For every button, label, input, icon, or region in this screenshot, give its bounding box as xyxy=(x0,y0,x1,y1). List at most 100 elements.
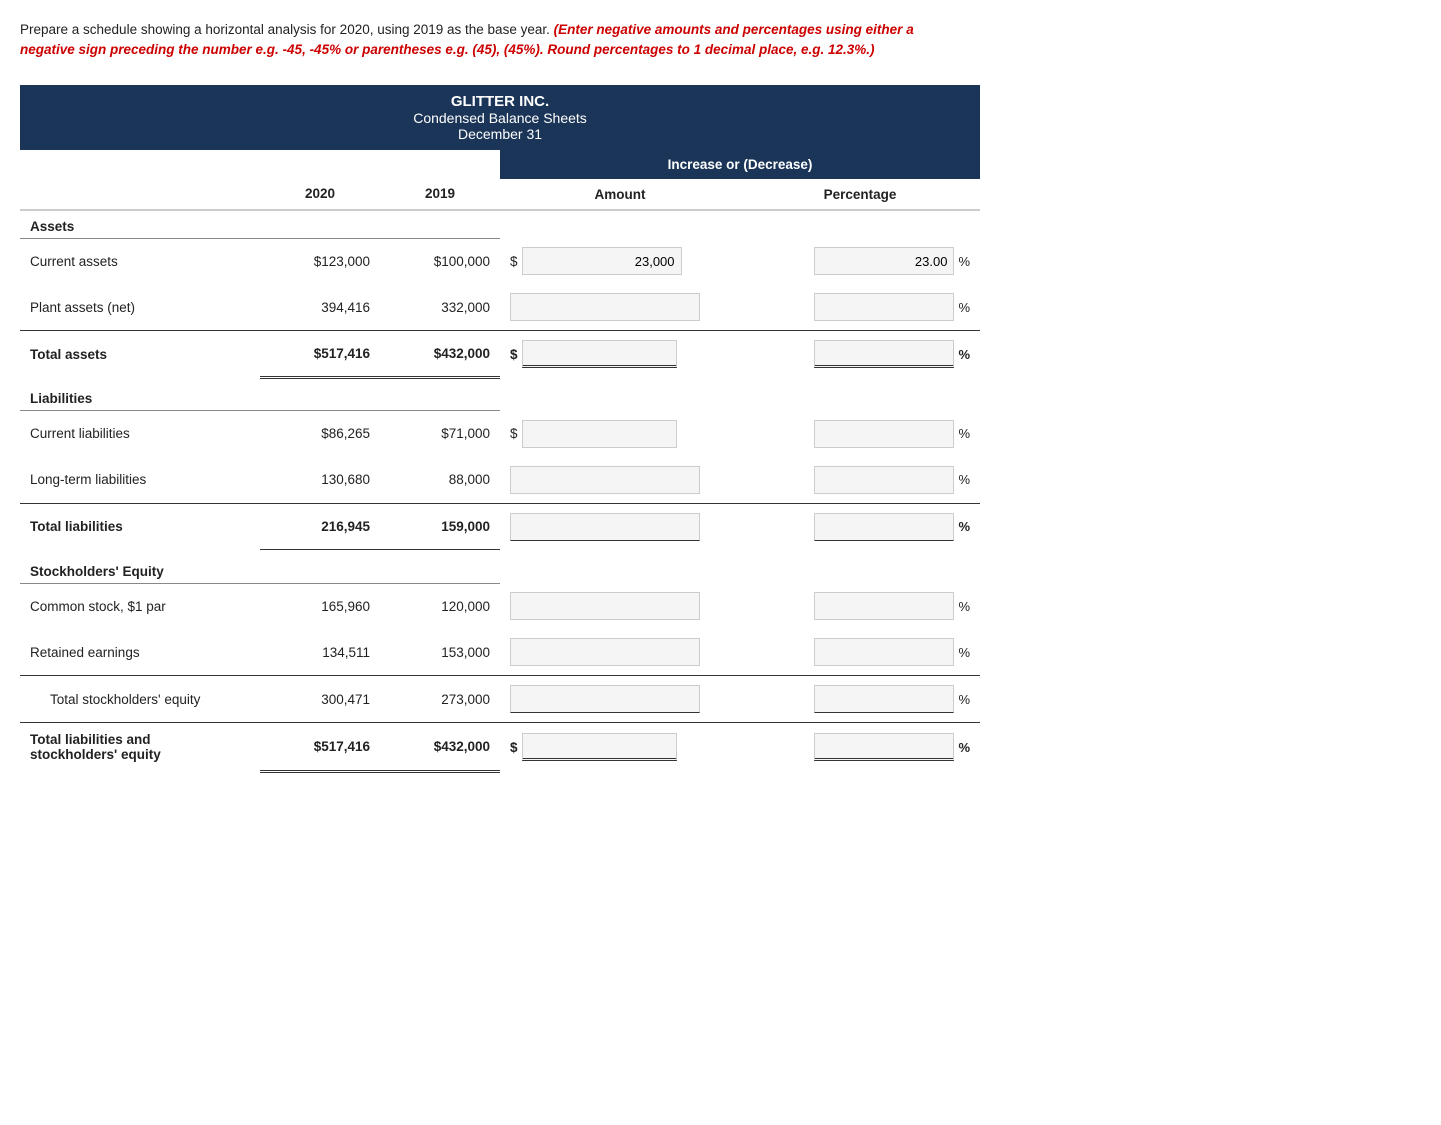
longterm-liabilities-2020: 130,680 xyxy=(260,457,380,504)
row-total-liabilities: Total liabilities 216,945 159,000 % xyxy=(20,503,980,550)
col-amount-header: Amount xyxy=(500,179,740,210)
total-liabilities-pct-cell: % xyxy=(740,503,980,550)
col-pct-header: Percentage xyxy=(740,179,980,210)
current-liabilities-pct-cell: % xyxy=(740,411,980,457)
current-liabilities-amount-wrapper: $ xyxy=(510,420,730,448)
retained-earnings-amount-input[interactable] xyxy=(510,638,700,666)
common-stock-pct-sign: % xyxy=(958,599,970,614)
total-liabilities-label: Total liabilities xyxy=(20,503,260,550)
current-assets-pct-sign: % xyxy=(958,254,970,269)
retained-earnings-label: Retained earnings xyxy=(20,629,260,676)
table-wrapper: GLITTER INC. Condensed Balance Sheets De… xyxy=(20,85,980,773)
current-liabilities-2020: $86,265 xyxy=(260,411,380,457)
common-stock-pct-cell: % xyxy=(740,583,980,629)
plant-assets-pct-cell: % xyxy=(740,284,980,331)
plant-assets-amount-cell xyxy=(500,284,740,331)
common-stock-amount-input[interactable] xyxy=(510,592,700,620)
current-assets-amount-cell: $ xyxy=(500,238,740,284)
column-headers-row: 2020 2019 Amount Percentage xyxy=(20,179,980,210)
total-assets-amount-cell: $ xyxy=(500,331,740,378)
row-common-stock: Common stock, $1 par 165,960 120,000 % xyxy=(20,583,980,629)
col-2019-header: 2019 xyxy=(380,179,500,210)
longterm-liabilities-label: Long-term liabilities xyxy=(20,457,260,504)
current-assets-pct-cell: % xyxy=(740,238,980,284)
inc-dec-header-row: Increase or (Decrease) xyxy=(20,150,980,180)
current-assets-amount-wrapper: $ xyxy=(510,247,730,275)
total-liab-equity-dollar: $ xyxy=(510,740,518,755)
assets-label: Assets xyxy=(20,210,260,239)
total-liab-equity-amount-input[interactable] xyxy=(522,733,677,761)
plant-assets-label: Plant assets (net) xyxy=(20,284,260,331)
total-equity-2019: 273,000 xyxy=(380,676,500,723)
total-assets-pct-sign: % xyxy=(958,347,970,362)
total-liabilities-pct-input[interactable] xyxy=(814,513,954,541)
total-liab-equity-pct-wrapper: % xyxy=(750,733,970,761)
current-liabilities-amount-input[interactable] xyxy=(522,420,677,448)
total-equity-amount-input[interactable] xyxy=(510,685,700,713)
total-liabilities-2019: 159,000 xyxy=(380,503,500,550)
liabilities-label: Liabilities xyxy=(20,377,260,411)
total-liab-equity-amount-wrapper: $ xyxy=(510,733,730,761)
current-assets-dollar: $ xyxy=(510,254,518,269)
total-assets-amount-wrapper: $ xyxy=(510,340,730,368)
current-liabilities-dollar: $ xyxy=(510,426,518,441)
retained-earnings-pct-input[interactable] xyxy=(814,638,954,666)
instruction-text1: Prepare a schedule showing a horizontal … xyxy=(20,22,550,37)
total-liab-equity-pct-sign: % xyxy=(958,740,970,755)
longterm-liabilities-pct-input[interactable] xyxy=(814,466,954,494)
total-equity-pct-input[interactable] xyxy=(814,685,954,713)
company-name: GLITTER INC. xyxy=(30,93,970,110)
total-equity-pct-sign: % xyxy=(958,692,970,707)
current-assets-pct-input[interactable] xyxy=(814,247,954,275)
total-assets-pct-cell: % xyxy=(740,331,980,378)
row-plant-assets: Plant assets (net) 394,416 332,000 % xyxy=(20,284,980,331)
total-liab-equity-pct-cell: % xyxy=(740,723,980,772)
current-liabilities-label: Current liabilities xyxy=(20,411,260,457)
company-header-row: GLITTER INC. Condensed Balance Sheets De… xyxy=(20,85,980,150)
plant-assets-pct-input[interactable] xyxy=(814,293,954,321)
total-assets-label: Total assets xyxy=(20,331,260,378)
total-assets-pct-wrapper: % xyxy=(750,340,970,368)
total-liab-equity-label: Total liabilities andstockholders' equit… xyxy=(20,723,260,772)
plant-assets-amount-input[interactable] xyxy=(510,293,700,321)
total-assets-amount-input[interactable] xyxy=(522,340,677,368)
total-assets-2019: $432,000 xyxy=(380,331,500,378)
subtitle2: December 31 xyxy=(30,126,970,142)
total-assets-pct-input[interactable] xyxy=(814,340,954,368)
current-assets-amount-input[interactable] xyxy=(522,247,682,275)
current-liabilities-pct-input[interactable] xyxy=(814,420,954,448)
total-liab-equity-pct-input[interactable] xyxy=(814,733,954,761)
common-stock-pct-wrapper: % xyxy=(750,592,970,620)
current-assets-pct-wrapper: % xyxy=(750,247,970,275)
total-liab-equity-amount-cell: $ xyxy=(500,723,740,772)
retained-earnings-pct-wrapper: % xyxy=(750,638,970,666)
total-liabilities-amount-cell xyxy=(500,503,740,550)
total-liabilities-amount-input[interactable] xyxy=(510,513,700,541)
company-header-cell: GLITTER INC. Condensed Balance Sheets De… xyxy=(20,85,980,150)
total-equity-label: Total stockholders' equity xyxy=(20,676,260,723)
total-assets-dollar: $ xyxy=(510,347,518,362)
current-liabilities-pct-wrapper: % xyxy=(750,420,970,448)
current-liabilities-2019: $71,000 xyxy=(380,411,500,457)
row-current-assets: Current assets $123,000 $100,000 $ % xyxy=(20,238,980,284)
longterm-liabilities-amount-cell xyxy=(500,457,740,504)
retained-earnings-2019: 153,000 xyxy=(380,629,500,676)
subtitle1: Condensed Balance Sheets xyxy=(30,110,970,126)
total-equity-amount-cell xyxy=(500,676,740,723)
section-liabilities: Liabilities xyxy=(20,377,980,411)
total-liabilities-pct-sign: % xyxy=(958,519,970,534)
equity-label: Stockholders' Equity xyxy=(20,550,260,584)
longterm-liabilities-amount-input[interactable] xyxy=(510,466,700,494)
common-stock-2019: 120,000 xyxy=(380,583,500,629)
row-current-liabilities: Current liabilities $86,265 $71,000 $ % xyxy=(20,411,980,457)
col-2020-header: 2020 xyxy=(260,179,380,210)
current-assets-2020: $123,000 xyxy=(260,238,380,284)
longterm-liabilities-pct-sign: % xyxy=(958,472,970,487)
total-liab-equity-2020: $517,416 xyxy=(260,723,380,772)
total-liabilities-2020: 216,945 xyxy=(260,503,380,550)
balance-sheet-table: GLITTER INC. Condensed Balance Sheets De… xyxy=(20,85,980,773)
retained-earnings-pct-cell: % xyxy=(740,629,980,676)
row-retained-earnings: Retained earnings 134,511 153,000 % xyxy=(20,629,980,676)
common-stock-pct-input[interactable] xyxy=(814,592,954,620)
longterm-liabilities-2019: 88,000 xyxy=(380,457,500,504)
